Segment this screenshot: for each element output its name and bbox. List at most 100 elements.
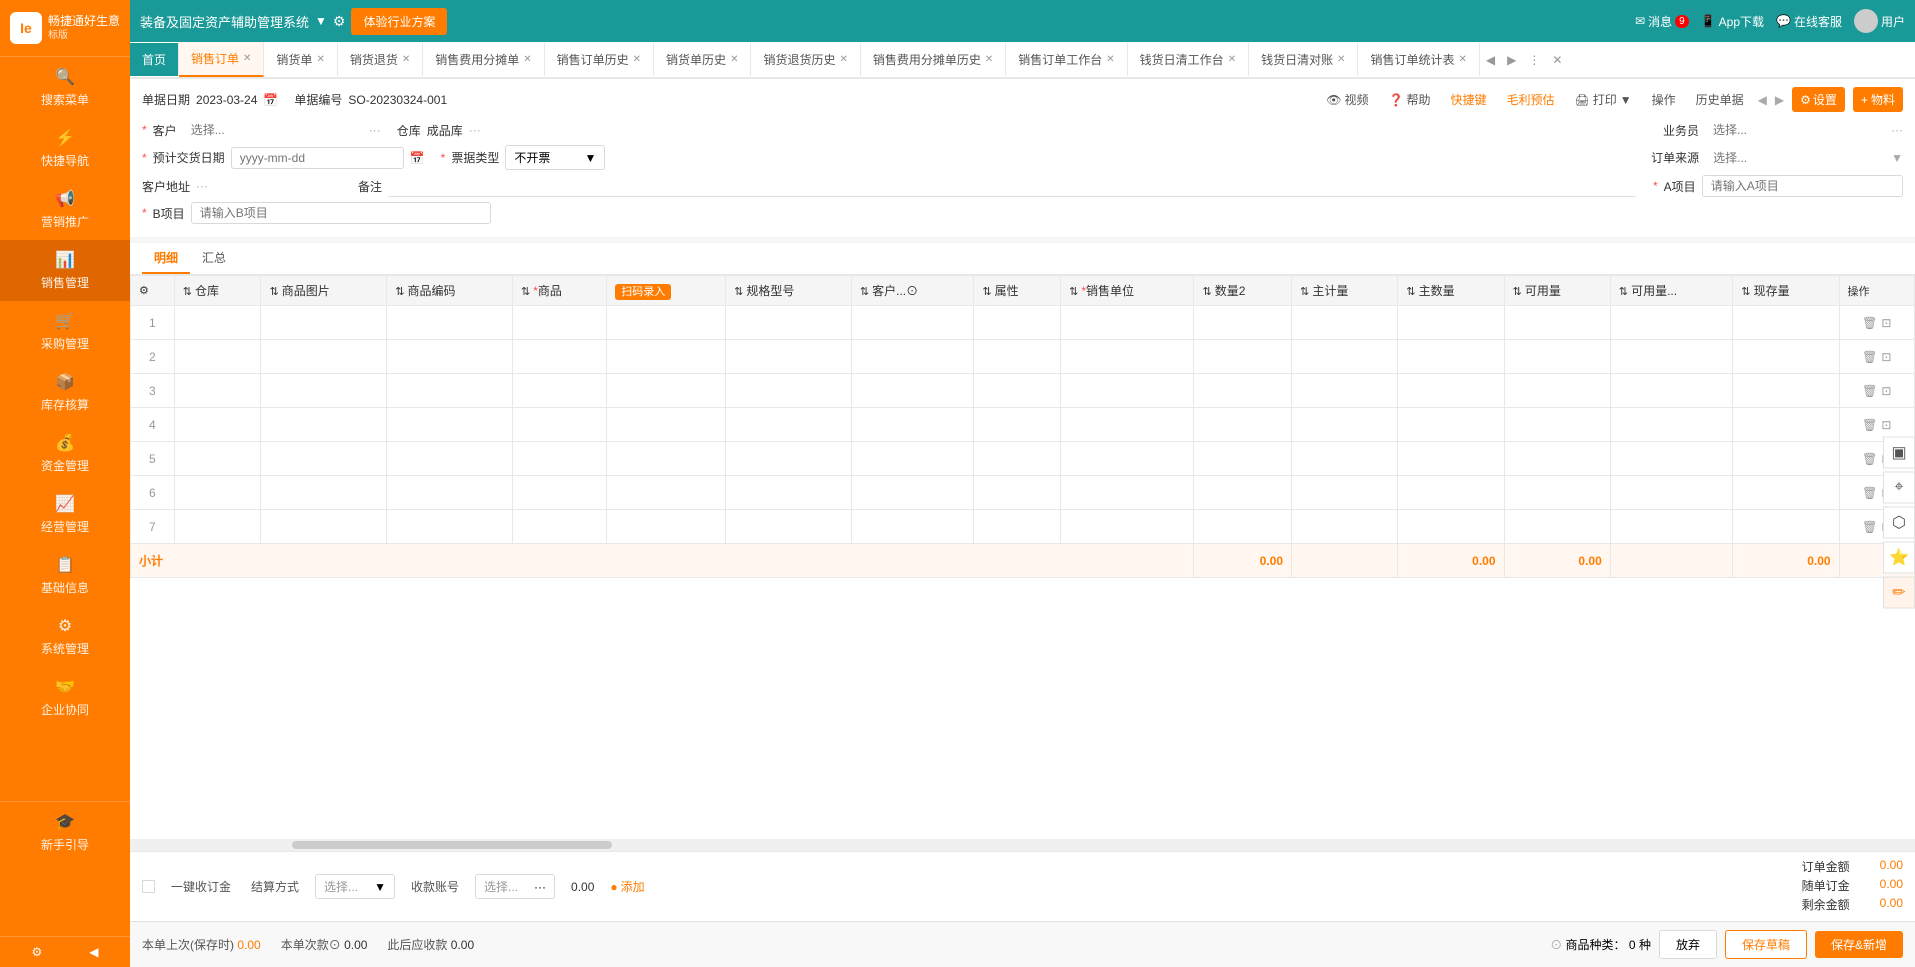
sidebar-item-sales[interactable]: 📊 销售管理 bbox=[0, 240, 130, 301]
add-material-btn[interactable]: + 物料 bbox=[1853, 87, 1903, 112]
tab-close-goods-history[interactable]: ✕ bbox=[730, 54, 738, 65]
copy-icon[interactable]: ⊡ bbox=[1881, 316, 1891, 330]
sidebar-settings-icon[interactable]: ⚙ bbox=[32, 945, 43, 959]
sidebar-item-management[interactable]: 📈 经营管理 bbox=[0, 484, 130, 545]
th-code[interactable]: ⇅ 商品编码 bbox=[387, 276, 513, 306]
scroll-thumb[interactable] bbox=[292, 841, 612, 849]
right-btn-5[interactable]: ✏ bbox=[1883, 577, 1915, 609]
tab-cash-workbench[interactable]: 钱货日清工作台 ✕ bbox=[1128, 43, 1249, 76]
delivery-calendar-icon[interactable]: 📅 bbox=[410, 151, 425, 165]
help-btn[interactable]: ❓ 帮助 bbox=[1382, 89, 1436, 110]
settings-icon[interactable]: ⚙ bbox=[333, 13, 346, 30]
nav-prev-icon[interactable]: ◀ bbox=[1758, 93, 1767, 107]
tab-close-sales-order[interactable]: ✕ bbox=[243, 53, 251, 64]
th-warehouse[interactable]: ⇅ 仓库 bbox=[174, 276, 261, 306]
tab-goods-history[interactable]: 销货单历史 ✕ bbox=[654, 43, 751, 76]
tab-close-order-history[interactable]: ✕ bbox=[633, 54, 641, 65]
warehouse-value[interactable]: 成品库 bbox=[427, 122, 463, 139]
tab-close-all-icon[interactable]: ✕ bbox=[1546, 53, 1568, 67]
product-type-icon[interactable]: ⊙ bbox=[1550, 938, 1562, 952]
salesman-more-icon[interactable]: ··· bbox=[1891, 123, 1903, 137]
tab-close-sales-return[interactable]: ✕ bbox=[402, 54, 410, 65]
th-customer-code[interactable]: ⇅ 客户...⊙ bbox=[851, 276, 974, 306]
tab-sales-goods[interactable]: 销货单 ✕ bbox=[264, 43, 337, 76]
settings-btn[interactable]: ⚙ 设置 bbox=[1792, 87, 1845, 112]
th-unit[interactable]: ⇅ *销售单位 bbox=[1061, 276, 1194, 306]
b-project-input[interactable] bbox=[191, 202, 491, 224]
sidebar-item-search[interactable]: 🔍 搜索菜单 bbox=[0, 57, 130, 118]
user-item[interactable]: 用户 bbox=[1854, 9, 1905, 33]
calendar-icon[interactable]: 📅 bbox=[263, 93, 278, 107]
tab-next-icon[interactable]: ▶ bbox=[1501, 53, 1522, 67]
sidebar-collapse-icon[interactable]: ◀ bbox=[89, 945, 98, 959]
th-main-unit[interactable]: ⇅ 主计量 bbox=[1292, 276, 1398, 306]
tab-home[interactable]: 首页 bbox=[130, 43, 179, 76]
tab-close-cash-workbench[interactable]: ✕ bbox=[1228, 54, 1236, 65]
tab-close-sales-goods[interactable]: ✕ bbox=[316, 54, 324, 65]
sidebar-item-system[interactable]: ⚙ 系统管理 bbox=[0, 606, 130, 667]
save-draft-button[interactable]: 保存草稿 bbox=[1725, 930, 1807, 959]
sidebar-item-enterprise[interactable]: 🤝 企业协同 bbox=[0, 667, 130, 728]
tab-close-sales-fee[interactable]: ✕ bbox=[523, 54, 531, 65]
sidebar-item-nav[interactable]: ⚡ 快捷导航 bbox=[0, 118, 130, 179]
warehouse-more-icon[interactable]: ··· bbox=[469, 123, 481, 137]
sidebar-item-marketing[interactable]: 📢 营销推广 bbox=[0, 179, 130, 240]
sidebar-item-basic[interactable]: 📋 基础信息 bbox=[0, 545, 130, 606]
tab-sales-return[interactable]: 销货退货 ✕ bbox=[338, 43, 423, 76]
a-project-input[interactable] bbox=[1702, 175, 1903, 197]
solution-button[interactable]: 体验行业方案 bbox=[351, 8, 447, 35]
invoice-type-select[interactable]: 不开票 ▼ bbox=[505, 145, 605, 170]
tab-close-order-stats[interactable]: ✕ bbox=[1459, 54, 1467, 65]
tab-sales-order[interactable]: 销售订单 ✕ bbox=[179, 42, 264, 77]
add-payment-btn[interactable]: ● 添加 bbox=[610, 878, 644, 895]
payment-select[interactable]: 选择... ▼ bbox=[315, 874, 395, 899]
addr-more-icon[interactable]: ··· bbox=[196, 179, 208, 193]
print-btn[interactable]: 🖨 打印 ▼ bbox=[1568, 89, 1637, 110]
th-img[interactable]: ⇅ 商品图片 bbox=[261, 276, 387, 306]
sidebar-item-inventory[interactable]: 📦 库存核算 bbox=[0, 362, 130, 423]
shortcut-btn[interactable]: 快捷键 bbox=[1444, 89, 1492, 110]
scan-btn[interactable]: 扫码录入 bbox=[615, 284, 671, 300]
operate-btn[interactable]: 操作 bbox=[1646, 89, 1682, 110]
salesman-input[interactable] bbox=[1705, 120, 1885, 140]
tab-order-history[interactable]: 销售订单历史 ✕ bbox=[545, 43, 654, 76]
delete-icon[interactable]: 🗑 bbox=[1862, 316, 1877, 330]
tab-return-history[interactable]: 销货退货历史 ✕ bbox=[751, 43, 860, 76]
tab-sales-fee[interactable]: 销售费用分摊单 ✕ bbox=[423, 43, 544, 76]
delete-icon[interactable]: 🗑 bbox=[1862, 520, 1877, 534]
right-btn-4[interactable]: ⭐ bbox=[1883, 542, 1915, 574]
tab-cash-reconcile[interactable]: 钱货日清对账 ✕ bbox=[1249, 43, 1358, 76]
copy-icon[interactable]: ⊡ bbox=[1881, 418, 1891, 432]
customer-more-icon[interactable]: ··· bbox=[369, 123, 381, 137]
tab-close-order-workbench[interactable]: ✕ bbox=[1106, 54, 1114, 65]
online-service-item[interactable]: 💬 在线客服 bbox=[1776, 13, 1842, 30]
th-stock[interactable]: ⇅ 现存量 bbox=[1733, 276, 1839, 306]
tab-order-stats[interactable]: 销售订单统计表 ✕ bbox=[1358, 43, 1479, 76]
tab-order-workbench[interactable]: 销售订单工作台 ✕ bbox=[1006, 43, 1127, 76]
th-scan[interactable]: 扫码录入 bbox=[607, 276, 726, 306]
save-new-button[interactable]: 保存&新增 bbox=[1815, 931, 1903, 958]
th-available2[interactable]: ⇅ 可用量... bbox=[1610, 276, 1733, 306]
delivery-date-input[interactable] bbox=[231, 147, 404, 169]
tab-detail[interactable]: 明细 bbox=[142, 243, 190, 274]
sidebar-item-finance[interactable]: 💰 资金管理 bbox=[0, 423, 130, 484]
th-product[interactable]: ⇅ *商品 bbox=[512, 276, 606, 306]
right-btn-3[interactable]: ⬡ bbox=[1883, 507, 1915, 539]
th-available[interactable]: ⇅ 可用量 bbox=[1504, 276, 1610, 306]
customer-input[interactable] bbox=[183, 120, 363, 140]
sidebar-item-guide[interactable]: 🎓 新手引导 bbox=[0, 801, 130, 863]
delete-icon[interactable]: 🗑 bbox=[1862, 452, 1877, 466]
tab-close-return-history[interactable]: ✕ bbox=[839, 54, 847, 65]
tab-more-icon[interactable]: ⋮ bbox=[1522, 53, 1546, 67]
delete-icon[interactable]: 🗑 bbox=[1862, 418, 1877, 432]
th-main-qty[interactable]: ⇅ 主数量 bbox=[1398, 276, 1504, 306]
tab-close-cash-reconcile[interactable]: ✕ bbox=[1337, 54, 1345, 65]
delete-icon[interactable]: 🗑 bbox=[1862, 350, 1877, 364]
remark-input[interactable] bbox=[388, 176, 1637, 197]
system-dropdown-icon[interactable]: ▼ bbox=[315, 14, 327, 28]
sidebar-item-purchase[interactable]: 🛒 采购管理 bbox=[0, 301, 130, 362]
th-spec[interactable]: ⇅ 规格型号 bbox=[726, 276, 852, 306]
order-source-input[interactable] bbox=[1705, 148, 1885, 168]
tab-close-fee-history[interactable]: ✕ bbox=[985, 54, 993, 65]
delete-icon[interactable]: 🗑 bbox=[1862, 486, 1877, 500]
